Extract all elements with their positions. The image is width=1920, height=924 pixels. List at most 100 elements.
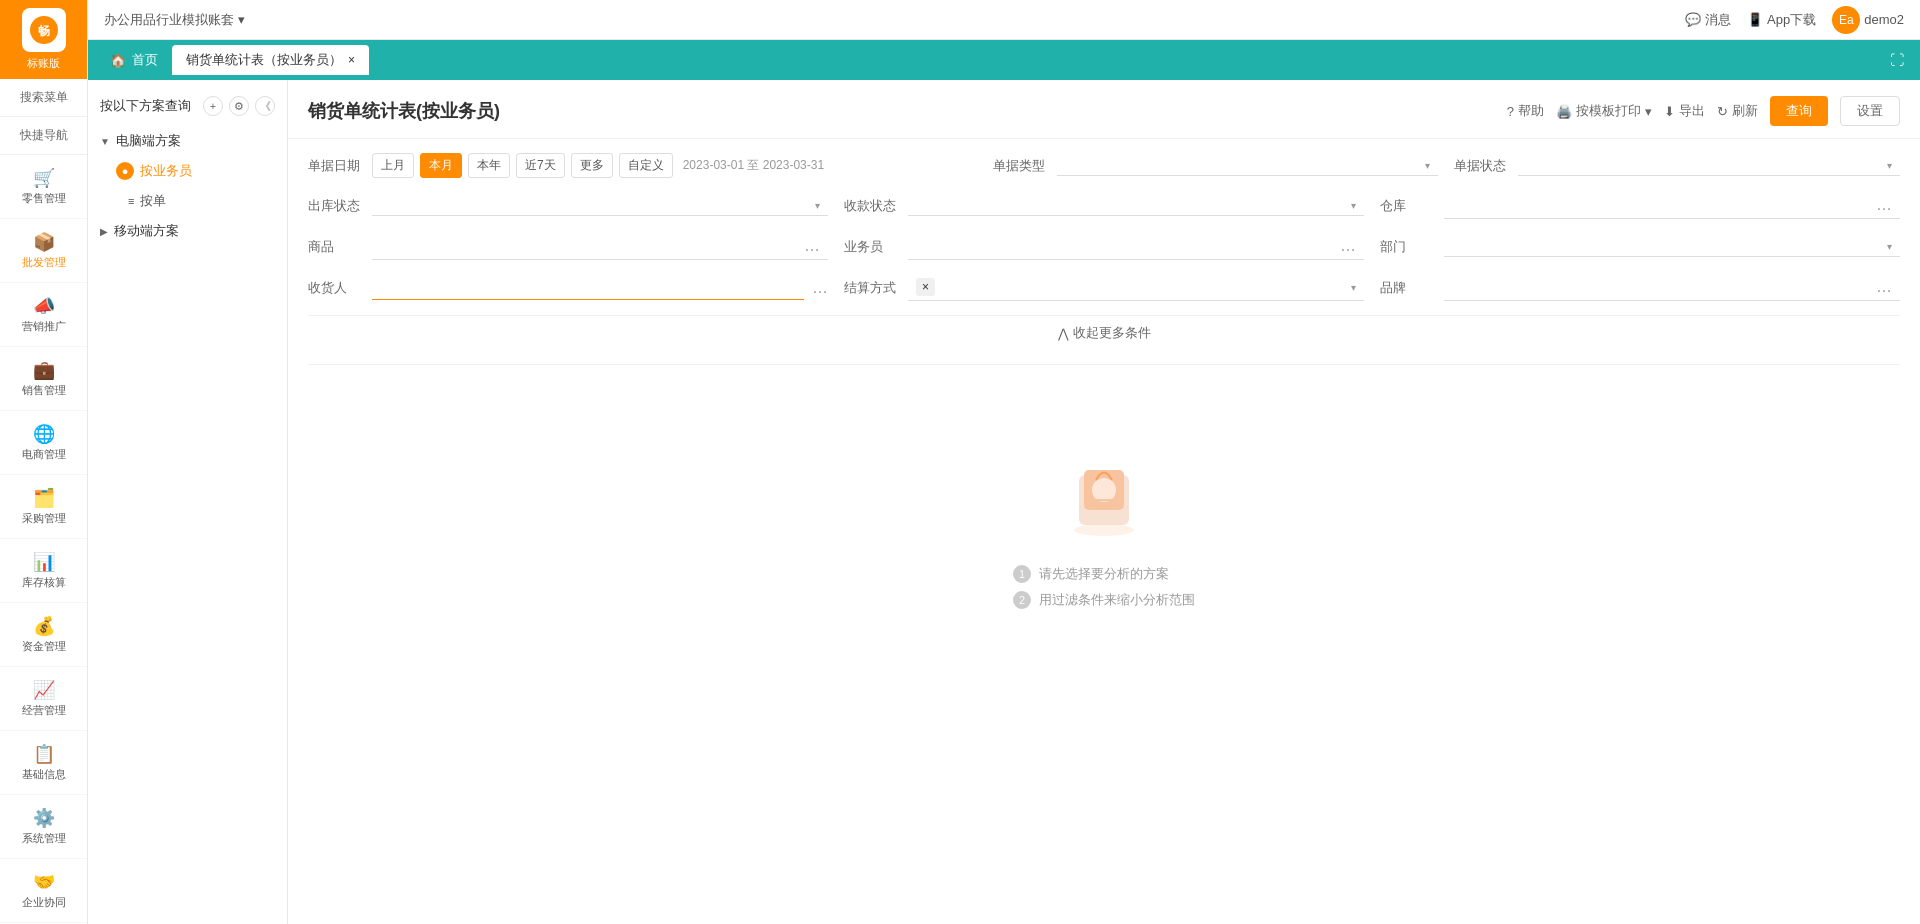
mobile-arrow-icon: ▶ [100,226,108,237]
sidebar-item-marketing[interactable]: 📣 营销推广 [0,283,87,347]
sidebar-logo: 畅 标账版 [0,0,87,79]
date-last-month[interactable]: 上月 [372,153,414,178]
wholesale-icon: 📦 [33,231,55,253]
tip-text-2: 用过滤条件来缩小分析范围 [1039,591,1195,609]
help-icon: ? [1507,104,1514,119]
salesperson-item-label: 按业务员 [140,162,192,180]
warehouse-dots: … [1876,196,1892,214]
salesperson-select[interactable]: … [908,233,1364,260]
sidebar-item-enterprise[interactable]: 🤝 企业协同 [0,859,87,923]
tab-home[interactable]: 🏠 首页 [96,45,172,75]
refresh-btn[interactable]: ↻ 刷新 [1717,102,1758,120]
date-filter-item: 单据日期 上月 本月 本年 近7天 更多 自定义 2023-03-01 至 20… [308,153,977,178]
receipt-status-filter-item: 收款状态 ▾ [844,196,1364,216]
settings-button[interactable]: 设置 [1840,96,1900,126]
right-main: 销货单统计表(按业务员) ? 帮助 🖨️ 按模板打印 ▾ ⬇ 导出 [288,80,1920,924]
left-panel-header: 按以下方案查询 + ⚙ 《 [88,90,287,122]
message-btn[interactable]: 💬 消息 [1685,11,1731,29]
enterprise-label: 企业协同 [22,895,66,910]
sidebar-search-section[interactable]: 搜索菜单 [0,79,87,117]
receiver-input[interactable] [372,276,804,300]
date-last-7days[interactable]: 近7天 [516,153,565,178]
sidebar-item-operation[interactable]: 📈 经营管理 [0,667,87,731]
print-btn[interactable]: 🖨️ 按模板打印 ▾ [1556,102,1652,120]
sidebar-item-basic[interactable]: 📋 基础信息 [0,731,87,795]
help-btn[interactable]: ? 帮助 [1507,102,1544,120]
order-icon: ≡ [128,195,134,207]
app-download-btn[interactable]: 📱 App下载 [1747,11,1816,29]
mobile-node-label: 移动端方案 [114,222,179,240]
payment-filter-item: 结算方式 × ▾ [844,274,1364,301]
sidebar-item-sales[interactable]: 💼 销售管理 [0,347,87,411]
sidebar-item-inventory[interactable]: 📊 库存核算 [0,539,87,603]
brand-select[interactable]: … [1444,274,1900,301]
tree-desktop-node[interactable]: ▼ 电脑端方案 [88,126,287,156]
desktop-arrow-icon: ▼ [100,136,110,147]
sidebar-item-wholesale[interactable]: 📦 批发管理 [0,219,87,283]
marketing-icon: 📣 [33,295,55,317]
date-more[interactable]: 更多 [571,153,613,178]
warehouse-select[interactable]: … [1444,192,1900,219]
doc-type-arrow: ▾ [1425,160,1430,171]
doc-type-select[interactable]: ▾ [1057,156,1439,176]
department-select[interactable]: ▾ [1444,237,1900,257]
svg-text:畅: 畅 [38,24,50,38]
inventory-label: 库存核算 [22,575,66,590]
sidebar-item-purchase[interactable]: 🗂️ 采购管理 [0,475,87,539]
payment-label: 结算方式 [844,279,900,297]
left-panel: 按以下方案查询 + ⚙ 《 ▼ 电脑端方案 ● 按业务员 ≡ 按单 [88,80,288,924]
brand-label: 品牌 [1380,279,1436,297]
operation-icon: 📈 [33,679,55,701]
payment-tag: × [916,278,935,296]
department-arrow: ▾ [1887,241,1892,252]
brand-dots: … [1876,278,1892,296]
out-status-select[interactable]: ▾ [372,196,828,216]
collapse-btn[interactable]: ⋀ 收起更多条件 [1058,324,1151,342]
filter-row-3: 商品 … 业务员 … 部门 [308,233,1900,260]
tab-maximize-btn[interactable]: ⛶ [1882,52,1912,68]
shortcut-nav-section[interactable]: 快捷导航 [0,117,87,155]
doc-status-label: 单据状态 [1454,157,1510,175]
print-label: 按模板打印 [1576,102,1641,120]
payment-tag-close[interactable]: × [922,280,929,294]
collapse-panel-btn[interactable]: 《 [255,96,275,116]
doc-status-select[interactable]: ▾ [1518,156,1900,176]
tab-close-btn[interactable]: × [348,53,355,67]
logo-icon: 畅 [22,8,66,52]
message-icon: 💬 [1685,12,1701,27]
tab-sales-stats[interactable]: 销货单统计表（按业务员） × [172,45,369,75]
tree-per-order-item[interactable]: ≡ 按单 [88,186,287,216]
date-custom[interactable]: 自定义 [619,153,673,178]
settings-scheme-btn[interactable]: ⚙ [229,96,249,116]
doc-status-arrow: ▾ [1887,160,1892,171]
date-this-year[interactable]: 本年 [468,153,510,178]
sidebar-item-system[interactable]: ⚙️ 系统管理 [0,795,87,859]
add-scheme-btn[interactable]: + [203,96,223,116]
per-order-label: 按单 [140,192,166,210]
filter-row-1: 单据日期 上月 本月 本年 近7天 更多 自定义 2023-03-01 至 20… [308,153,1900,178]
goods-filter-item: 商品 … [308,233,828,260]
export-btn[interactable]: ⬇ 导出 [1664,102,1705,120]
sidebar-item-retail[interactable]: 🛒 零售管理 [0,155,87,219]
sidebar-item-ecommerce[interactable]: 🌐 电商管理 [0,411,87,475]
tabbar: 🏠 首页 销货单统计表（按业务员） × ⛶ [88,40,1920,80]
sales-icon: 💼 [33,359,55,381]
department-filter-item: 部门 ▾ [1380,237,1900,257]
goods-select[interactable]: … [372,233,828,260]
date-this-month[interactable]: 本月 [420,153,462,178]
wholesale-label: 批发管理 [22,255,66,270]
query-button[interactable]: 查询 [1770,96,1828,126]
brand-filter-item: 品牌 … [1380,274,1900,301]
receipt-status-select[interactable]: ▾ [908,196,1364,216]
print-icon: 🖨️ [1556,104,1572,119]
payment-arrow: ▾ [1351,282,1356,293]
suite-switcher[interactable]: 办公用品行业模拟账套 ▾ [104,11,245,29]
tree-mobile-node[interactable]: ▶ 移动端方案 [88,216,287,246]
payment-select[interactable]: × ▾ [908,274,1364,301]
left-panel-title: 按以下方案查询 [100,97,191,115]
out-status-label: 出库状态 [308,197,364,215]
tree-salesperson-item[interactable]: ● 按业务员 [88,156,287,186]
sidebar-item-finance[interactable]: 💰 资金管理 [0,603,87,667]
empty-tips: 1 请先选择要分析的方案 2 用过滤条件来缩小分析范围 [1013,565,1195,617]
user-profile[interactable]: Ea demo2 [1832,6,1904,34]
